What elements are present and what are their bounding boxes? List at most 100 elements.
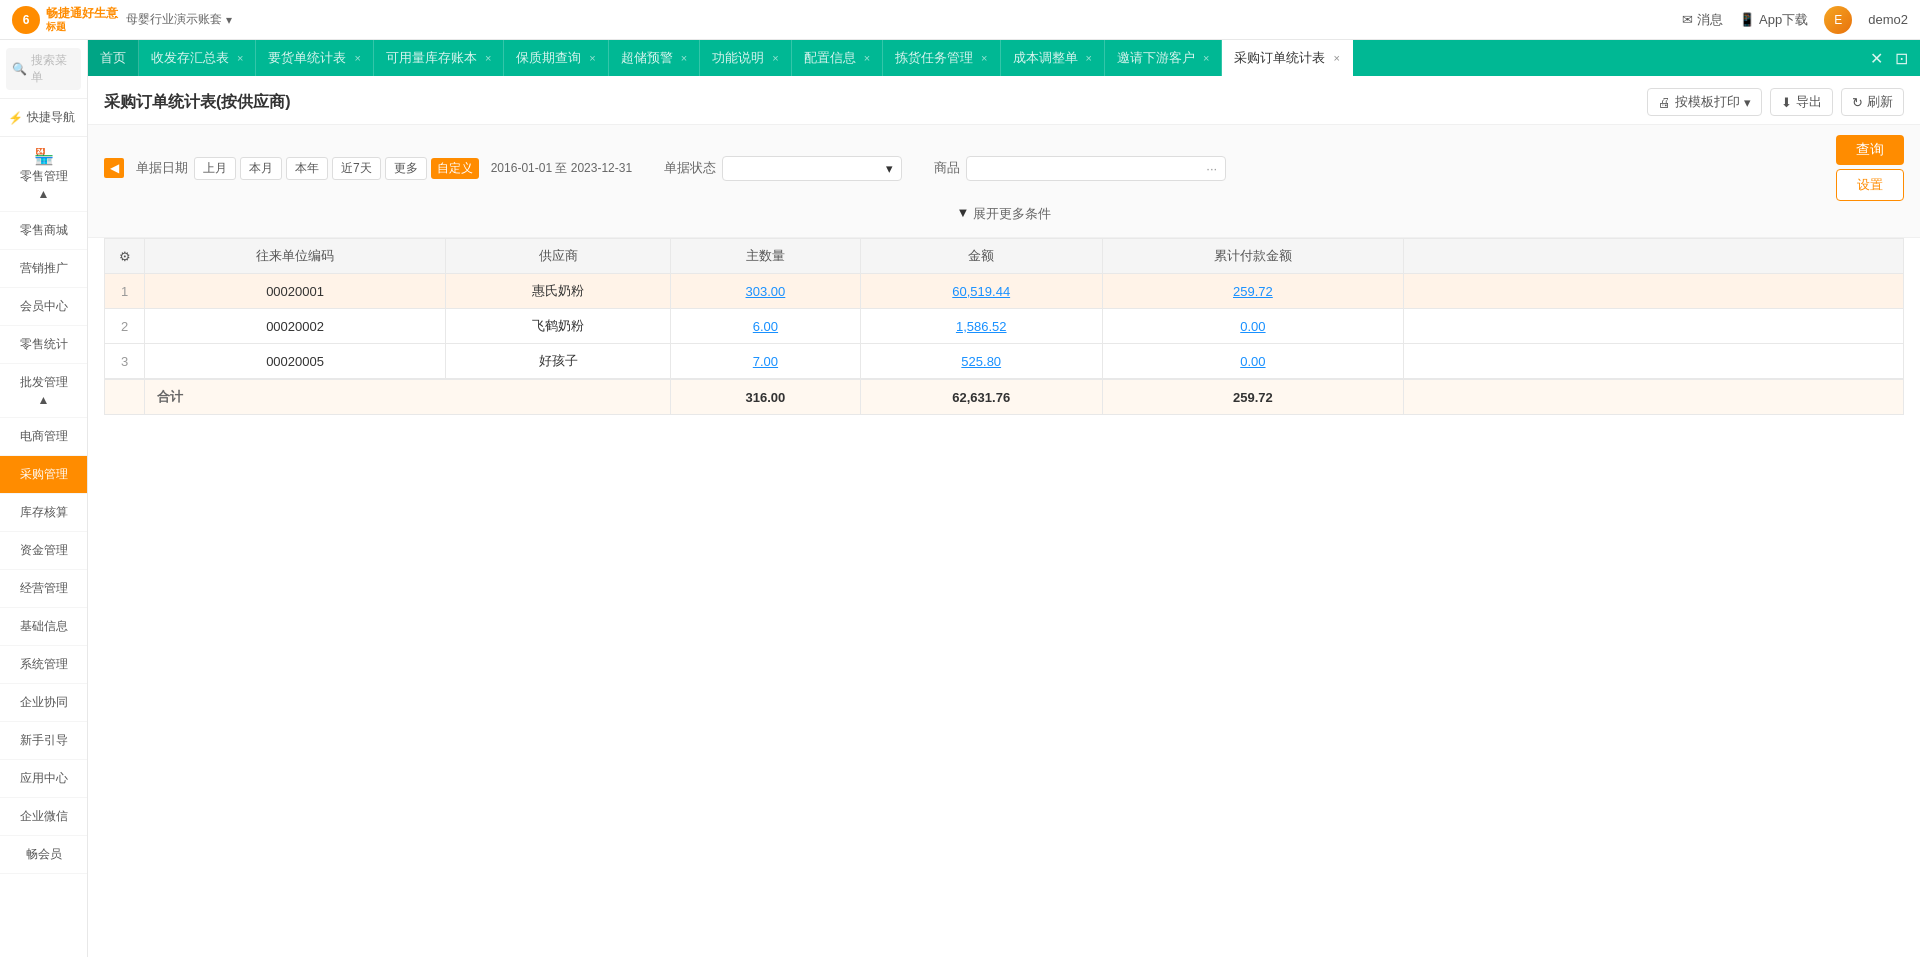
query-button[interactable]: 查询 (1836, 135, 1904, 165)
sidebar-item-guide[interactable]: 新手引导 (0, 722, 87, 760)
sidebar-item-inventory[interactable]: 库存核算 (0, 494, 87, 532)
tab-purchase-stat[interactable]: 采购订单统计表 × (1222, 40, 1352, 76)
sidebar-item-finance[interactable]: 资金管理 (0, 532, 87, 570)
refresh-button[interactable]: ↻ 刷新 (1841, 88, 1904, 116)
print-icon: 🖨 (1658, 95, 1671, 110)
close-tab-cost-adjust[interactable]: × (1086, 52, 1092, 64)
sidebar-search-area[interactable]: 🔍 搜索菜单 (0, 40, 87, 99)
nav-tabs: 首页 收发存汇总表 × 要货单统计表 × 可用量库存账本 × 保质期查询 × 超… (88, 40, 1920, 76)
row-qty-1[interactable]: 303.00 (671, 274, 860, 309)
column-settings-icon[interactable]: ⚙ (119, 249, 131, 264)
status-select[interactable]: ▾ (722, 156, 902, 181)
page-title: 采购订单统计表(按供应商) (104, 92, 291, 113)
tab-task-mgmt[interactable]: 拣货任务管理 × (883, 40, 1000, 76)
footer-label: 合计 (145, 379, 671, 415)
date-btn-custom[interactable]: 自定义 (431, 158, 479, 179)
close-all-tabs-button[interactable]: ✕ (1866, 47, 1887, 70)
col-amount: 金额 (860, 239, 1102, 274)
tab-function-desc[interactable]: 功能说明 × (700, 40, 791, 76)
sidebar-item-collab[interactable]: 企业协同 (0, 684, 87, 722)
sidebar-item-retail-stat[interactable]: 零售统计 (0, 326, 87, 364)
expand-icon-2: ▲ (38, 393, 50, 407)
app-download-button[interactable]: 📱 App下载 (1739, 11, 1808, 29)
avatar[interactable]: E (1824, 6, 1852, 34)
sidebar-item-member[interactable]: 会员中心 (0, 288, 87, 326)
sidebar-item-purchase[interactable]: 采购管理 (0, 456, 87, 494)
content-area: 首页 收发存汇总表 × 要货单统计表 × 可用量库存账本 × 保质期查询 × 超… (88, 40, 1920, 957)
row-num-3: 3 (105, 344, 145, 380)
date-btn-this-month[interactable]: 本月 (240, 157, 282, 180)
close-tab-expiry-query[interactable]: × (589, 52, 595, 64)
tab-cost-adjust[interactable]: 成本调整单 × (1001, 40, 1105, 76)
footer-empty-1 (105, 379, 145, 415)
settings-button[interactable]: 设置 (1836, 169, 1904, 201)
sidebar-item-retail-shop[interactable]: 零售商城 (0, 212, 87, 250)
date-btn-last-7-days[interactable]: 近7天 (332, 157, 381, 180)
sidebar-item-basic[interactable]: 基础信息 (0, 608, 87, 646)
tab-home[interactable]: 首页 (88, 40, 139, 76)
tab-expiry-query[interactable]: 保质期查询 × (504, 40, 608, 76)
sidebar-item-operation[interactable]: 经营管理 (0, 570, 87, 608)
close-tab-invite-downstream[interactable]: × (1203, 52, 1209, 64)
close-tab-task-mgmt[interactable]: × (981, 52, 987, 64)
tab-receive-summary[interactable]: 收发存汇总表 × (139, 40, 256, 76)
sidebar-item-marketing[interactable]: 营销推广 (0, 250, 87, 288)
row-paid-1[interactable]: 259.72 (1102, 274, 1403, 309)
close-tab-receive-summary[interactable]: × (237, 52, 243, 64)
row-num-1: 1 (105, 274, 145, 309)
date-btn-more[interactable]: 更多 (385, 157, 427, 180)
quick-nav[interactable]: ⚡ 快捷导航 (0, 99, 87, 137)
message-button[interactable]: ✉ 消息 (1682, 11, 1723, 29)
sidebar: 🔍 搜索菜单 ⚡ 快捷导航 🏪 零售管理 ▲ 零售商城 营销推广 会员中心 零售… (0, 40, 88, 957)
close-tab-order-summary[interactable]: × (354, 52, 360, 64)
row-empty-3 (1404, 344, 1904, 380)
goods-select[interactable]: ··· (966, 156, 1226, 181)
table-row: 2 00020002 飞鹤奶粉 6.00 1,586.52 0.00 (105, 309, 1904, 344)
maximize-button[interactable]: ⊡ (1891, 47, 1912, 70)
sidebar-item-ecommerce[interactable]: 电商管理 (0, 418, 87, 456)
col-empty (1404, 239, 1904, 274)
dots-btn[interactable]: ··· (1206, 161, 1217, 176)
breadcrumb[interactable]: 母婴行业演示账套 ▾ (126, 11, 232, 28)
row-code-1: 00020001 (145, 274, 446, 309)
tab-config-info[interactable]: 配置信息 × (792, 40, 883, 76)
tab-order-summary[interactable]: 要货单统计表 × (256, 40, 373, 76)
row-paid-3[interactable]: 0.00 (1102, 344, 1403, 380)
sidebar-item-apps[interactable]: 应用中心 (0, 760, 87, 798)
row-amount-3[interactable]: 525.80 (860, 344, 1102, 380)
date-btn-last-month[interactable]: 上月 (194, 157, 236, 180)
row-num-2: 2 (105, 309, 145, 344)
row-paid-2[interactable]: 0.00 (1102, 309, 1403, 344)
row-amount-1[interactable]: 60,519.44 (860, 274, 1102, 309)
export-button[interactable]: ⬇ 导出 (1770, 88, 1833, 116)
sidebar-item-wholesale[interactable]: 批发管理 ▲ (0, 364, 87, 418)
tab-invite-downstream[interactable]: 邀请下游客户 × (1105, 40, 1222, 76)
top-bar-left: 6 畅捷通好生意 标题 母婴行业演示账套 ▾ (12, 6, 232, 34)
sidebar-item-member2[interactable]: 畅会员 (0, 836, 87, 874)
tab-available-inventory[interactable]: 可用量库存账本 × (374, 40, 504, 76)
col-paid: 累计付款金额 (1102, 239, 1403, 274)
logo-text: 畅捷通好生意 标题 (46, 6, 118, 32)
tab-overstock-warning[interactable]: 超储预警 × (609, 40, 700, 76)
template-print-button[interactable]: 🖨 按模板打印 ▾ (1647, 88, 1762, 116)
sidebar-item-wechat[interactable]: 企业微信 (0, 798, 87, 836)
close-tab-available-inventory[interactable]: × (485, 52, 491, 64)
col-settings[interactable]: ⚙ (105, 239, 145, 274)
more-filters-row[interactable]: ▼ 展开更多条件 (104, 201, 1904, 227)
chevron-down-icon: ▾ (226, 13, 232, 27)
row-amount-2[interactable]: 1,586.52 (860, 309, 1102, 344)
sidebar-item-retail[interactable]: 🏪 零售管理 ▲ (0, 137, 87, 212)
sidebar-item-system[interactable]: 系统管理 (0, 646, 87, 684)
filter-collapse-button[interactable]: ◀ (104, 158, 124, 178)
search-input-box[interactable]: 🔍 搜索菜单 (6, 48, 81, 90)
row-qty-2[interactable]: 6.00 (671, 309, 860, 344)
close-tab-config-info[interactable]: × (864, 52, 870, 64)
close-tab-purchase-stat[interactable]: × (1333, 52, 1339, 64)
close-tab-overstock-warning[interactable]: × (681, 52, 687, 64)
sidebar-item-quick-nav[interactable]: ⚡ 快捷导航 (0, 103, 87, 132)
main-layout: 🔍 搜索菜单 ⚡ 快捷导航 🏪 零售管理 ▲ 零售商城 营销推广 会员中心 零售… (0, 40, 1920, 957)
row-qty-3[interactable]: 7.00 (671, 344, 860, 380)
date-btn-this-year[interactable]: 本年 (286, 157, 328, 180)
nav-tabs-end: ✕ ⊡ (1858, 47, 1920, 70)
close-tab-function-desc[interactable]: × (772, 52, 778, 64)
